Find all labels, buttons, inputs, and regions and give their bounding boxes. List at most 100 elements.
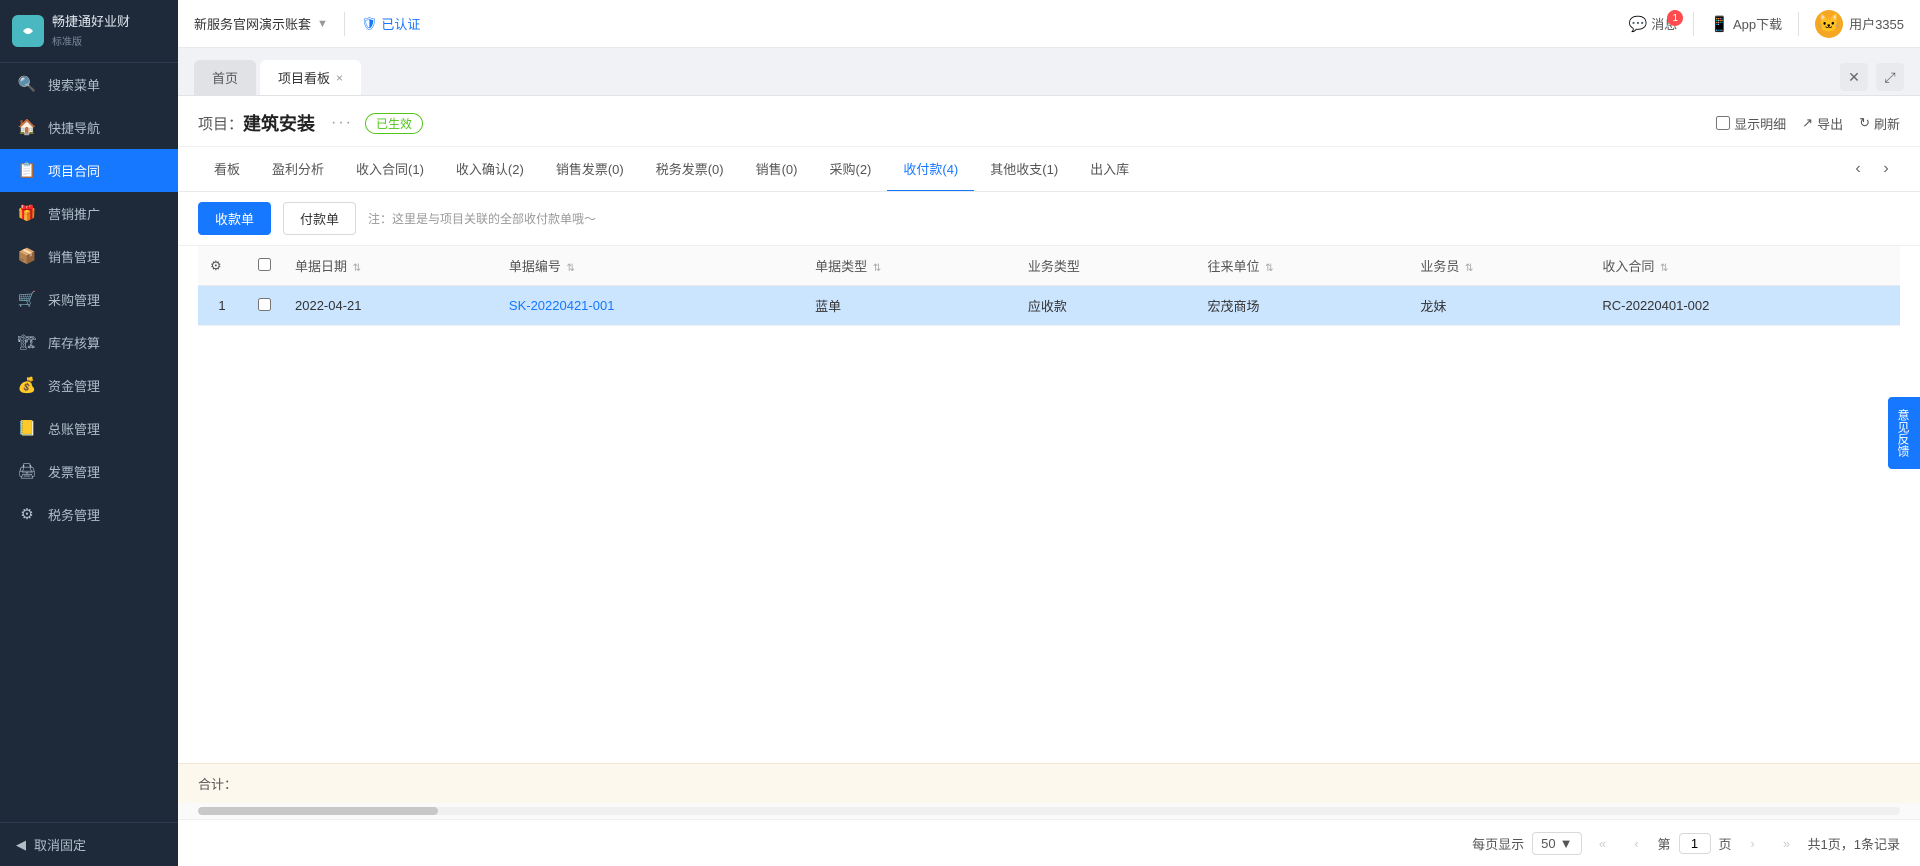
tab-home[interactable]: 首页 <box>194 60 256 95</box>
topbar: 新服务官网演示账套 ▼ 🛡 已认证 💬 消息 1 📱 App下载 🐱 <box>178 0 1920 48</box>
tab-project-board[interactable]: 项目看板 × <box>260 60 361 95</box>
sidebar-item-tax[interactable]: ⚙ 税务管理 <box>0 493 178 536</box>
shield-icon: 🛡 <box>361 16 378 32</box>
workspace-selector[interactable]: 新服务官网演示账套 ▼ <box>194 14 328 33</box>
sidebar-footer-label: 取消固定 <box>34 835 86 854</box>
sidebar-menu: 🔍 搜索菜单 🏠 快捷导航 📋 项目合同 🎁 营销推广 📦 销售管理 🛒 采购管… <box>0 63 178 822</box>
app-edition: 标准版 <box>52 33 130 48</box>
subnav-tab-purchase[interactable]: 采购(2) <box>813 147 887 192</box>
subnav-tab-income-confirm[interactable]: 收入确认(2) <box>440 147 540 192</box>
next-page-btn[interactable]: › <box>1740 830 1766 856</box>
sidebar-item-label: 销售管理 <box>48 247 100 266</box>
last-page-btn[interactable]: » <box>1774 830 1800 856</box>
refresh-btn[interactable]: ↻ 刷新 <box>1859 114 1900 133</box>
sidebar-item-contract[interactable]: 📋 项目合同 <box>0 149 178 192</box>
phone-icon: 📱 <box>1710 15 1729 33</box>
sidebar-item-invoice[interactable]: 🖨 发票管理 <box>0 450 178 493</box>
sidebar-item-sales[interactable]: 📦 销售管理 <box>0 235 178 278</box>
col-income-contract[interactable]: 收入合同 ⇅ <box>1590 246 1900 286</box>
page-summary: 共1页，1条记录 <box>1808 834 1900 853</box>
select-all-checkbox[interactable] <box>258 258 271 271</box>
project-more-btn[interactable]: ··· <box>331 114 353 132</box>
subnav-tab-profit[interactable]: 盈利分析 <box>256 147 340 192</box>
cell-partner: 宏茂商场 <box>1196 286 1409 326</box>
cell-number[interactable]: SK-20220421-001 <box>497 286 803 326</box>
scrollbar-thumb[interactable] <box>198 807 438 815</box>
project-name: 建筑安装 <box>243 110 315 136</box>
sidebar-item-inventory[interactable]: 🏗 库存核算 <box>0 321 178 364</box>
refresh-label: 刷新 <box>1874 114 1900 133</box>
prev-page-btn[interactable]: ‹ <box>1624 830 1650 856</box>
row-checkbox[interactable] <box>258 298 271 311</box>
close-window-btn[interactable]: ✕ <box>1840 63 1868 91</box>
content-toolbar: 收款单 付款单 注：这里是与项目关联的全部收付款单哦～ <box>178 192 1920 246</box>
sidebar-item-label: 采购管理 <box>48 290 100 309</box>
subnav-tab-sales[interactable]: 销售(0) <box>740 147 814 192</box>
col-salesperson[interactable]: 业务员 ⇅ <box>1408 246 1590 286</box>
col-number[interactable]: 单据编号 ⇅ <box>497 246 803 286</box>
export-icon: ↗ <box>1802 115 1813 131</box>
sidebar-item-marketing[interactable]: 🎁 营销推广 <box>0 192 178 235</box>
feedback-btn[interactable]: 意见反馈 <box>1888 397 1920 469</box>
subnav-tab-tax-invoice[interactable]: 税务发票(0) <box>640 147 740 192</box>
page-label2: 页 <box>1719 834 1732 853</box>
subnav-tab-receipt[interactable]: 收付款(4) <box>887 147 974 192</box>
sidebar-item-shortcut[interactable]: 🏠 快捷导航 <box>0 106 178 149</box>
tab-home-label: 首页 <box>212 68 238 87</box>
sidebar-item-purchase[interactable]: 🛒 采购管理 <box>0 278 178 321</box>
subnav-next-btn[interactable]: › <box>1872 155 1900 183</box>
page-size-select[interactable]: 50 ▼ <box>1532 832 1581 855</box>
topbar-right: 💬 消息 1 📱 App下载 🐱 用户3355 <box>1629 10 1904 38</box>
marketing-icon: 🎁 <box>16 204 38 222</box>
subnav-tab-sales-invoice[interactable]: 销售发票(0) <box>540 147 640 192</box>
table-wrapper: ⚙ 单据日期 ⇅ 单据编号 ⇅ <box>178 246 1920 763</box>
project-status-badge: 已生效 <box>365 113 423 134</box>
col-partner[interactable]: 往来单位 ⇅ <box>1196 246 1409 286</box>
app-download-btn[interactable]: 📱 App下载 <box>1710 14 1782 33</box>
user-profile[interactable]: 🐱 用户3355 <box>1815 10 1904 38</box>
avatar: 🐱 <box>1815 10 1843 38</box>
topbar-divider <box>344 12 345 36</box>
sidebar-item-label: 发票管理 <box>48 462 100 481</box>
col-type[interactable]: 单据类型 ⇅ <box>803 246 1016 286</box>
sidebar-unpin[interactable]: ◀ 取消固定 <box>0 822 178 866</box>
subnav-tab-income-contract[interactable]: 收入合同(1) <box>340 147 440 192</box>
show-detail-btn[interactable]: 显示明细 <box>1716 114 1786 133</box>
show-detail-label: 显示明细 <box>1734 114 1786 133</box>
sidebar-item-label: 资金管理 <box>48 376 100 395</box>
subnav-tab-other-expense[interactable]: 其他收支(1) <box>974 147 1074 192</box>
sidebar-item-search[interactable]: 🔍 搜索菜单 <box>0 63 178 106</box>
topbar-vdivider <box>1693 12 1694 36</box>
project-label: 项目： <box>198 113 243 134</box>
table-total: 合计： <box>178 763 1920 803</box>
table-row[interactable]: 1 2022-04-21 SK-20220421-001 蓝单 应收款 宏茂商场… <box>198 286 1900 326</box>
page-label: 第 <box>1658 834 1671 853</box>
payment-btn[interactable]: 付款单 <box>283 202 356 235</box>
sidebar-item-finance[interactable]: 💰 资金管理 <box>0 364 178 407</box>
table-header-row: ⚙ 单据日期 ⇅ 单据编号 ⇅ <box>198 246 1900 286</box>
first-page-btn[interactable]: « <box>1590 830 1616 856</box>
settings-icon[interactable]: ⚙ <box>210 258 222 273</box>
sidebar-header: 畅捷通好业财 标准版 <box>0 0 178 63</box>
col-date[interactable]: 单据日期 ⇅ <box>283 246 497 286</box>
show-detail-checkbox[interactable] <box>1716 116 1730 130</box>
maximize-window-btn[interactable]: ⤢ <box>1876 63 1904 91</box>
sidebar-item-ledger[interactable]: 📒 总账管理 <box>0 407 178 450</box>
record-link[interactable]: SK-20220421-001 <box>509 298 615 313</box>
cell-biztype: 应收款 <box>1016 286 1196 326</box>
message-btn[interactable]: 💬 消息 1 <box>1629 14 1678 33</box>
receipt-btn[interactable]: 收款单 <box>198 202 271 235</box>
subnav-tab-kanban[interactable]: 看板 <box>198 147 256 192</box>
subnav-prev-btn[interactable]: ‹ <box>1844 155 1872 183</box>
horizontal-scrollbar[interactable] <box>178 803 1920 819</box>
app-logo <box>12 15 44 47</box>
export-btn[interactable]: ↗ 导出 <box>1802 114 1843 133</box>
tab-close-icon[interactable]: × <box>336 71 343 85</box>
subnav-tab-warehouse[interactable]: 出入库 <box>1074 147 1145 192</box>
page-input[interactable] <box>1679 833 1711 854</box>
cell-check[interactable] <box>246 286 283 326</box>
project-actions: 显示明细 ↗ 导出 ↻ 刷新 <box>1716 114 1900 133</box>
col-settings[interactable]: ⚙ <box>198 246 246 286</box>
col-checkbox[interactable] <box>246 246 283 286</box>
sidebar-item-label: 税务管理 <box>48 505 100 524</box>
